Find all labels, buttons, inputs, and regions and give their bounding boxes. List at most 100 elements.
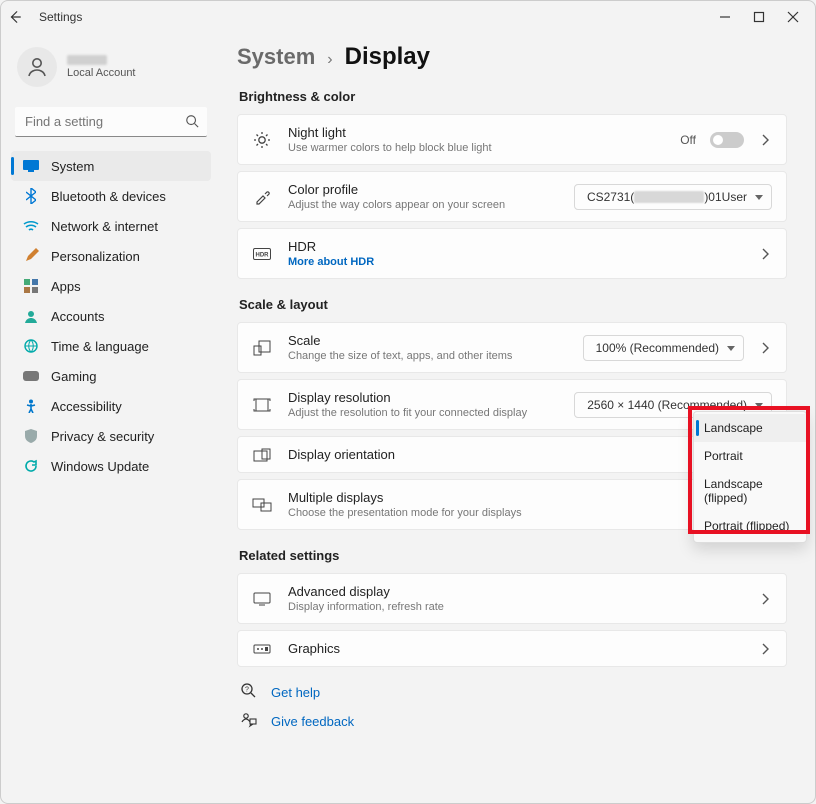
- nav-network[interactable]: Network & internet: [11, 211, 211, 241]
- search-icon: [185, 114, 199, 131]
- hdr-link[interactable]: More about HDR: [288, 256, 742, 268]
- nav-label: Accounts: [51, 309, 104, 324]
- dd-prefix: CS2731(: [587, 190, 634, 204]
- gaming-icon: [23, 368, 39, 384]
- get-help-link[interactable]: Get help: [271, 685, 320, 700]
- graphics-title: Graphics: [288, 641, 742, 656]
- breadcrumb: System › Display: [237, 43, 787, 71]
- expand-chevron[interactable]: [758, 342, 772, 354]
- nav-label: Gaming: [51, 369, 97, 384]
- nav-label: Network & internet: [51, 219, 158, 234]
- night-light-state: Off: [680, 133, 696, 147]
- orientation-option-portrait[interactable]: Portrait: [694, 442, 806, 470]
- night-light-toggle[interactable]: [710, 132, 744, 148]
- expand-chevron[interactable]: [758, 134, 772, 146]
- person-icon: [25, 55, 49, 79]
- orientation-option-portrait-flipped[interactable]: Portrait (flipped): [694, 512, 806, 540]
- dd-redacted: [634, 191, 704, 203]
- titlebar: Settings: [1, 1, 815, 33]
- resolution-value: 2560 × 1440 (Recommended): [587, 398, 747, 412]
- scale-dropdown[interactable]: 100% (Recommended): [583, 335, 744, 361]
- scale-value: 100% (Recommended): [596, 341, 719, 355]
- wifi-icon: [23, 218, 39, 234]
- nav-accessibility[interactable]: Accessibility: [11, 391, 211, 421]
- night-light-row[interactable]: Night light Use warmer colors to help bl…: [237, 114, 787, 165]
- hdr-icon: HDR: [252, 248, 272, 260]
- account-block[interactable]: Local Account: [11, 43, 211, 97]
- advanced-display-row[interactable]: Advanced display Display information, re…: [237, 573, 787, 624]
- color-profile-row[interactable]: Color profile Adjust the way colors appe…: [237, 171, 787, 222]
- breadcrumb-root[interactable]: System: [237, 44, 315, 70]
- settings-window: Settings Local Account: [0, 0, 816, 804]
- nav-time[interactable]: Time & language: [11, 331, 211, 361]
- hdr-row[interactable]: HDR HDR More about HDR: [237, 228, 787, 279]
- shield-icon: [23, 428, 39, 444]
- minimize-button[interactable]: [717, 9, 733, 25]
- minimize-icon: [719, 11, 731, 23]
- dd-suffix: )01User: [704, 190, 747, 204]
- nav-privacy[interactable]: Privacy & security: [11, 421, 211, 451]
- nav-label: Apps: [51, 279, 81, 294]
- nav-label: Privacy & security: [51, 429, 154, 444]
- close-button[interactable]: [785, 9, 801, 25]
- apps-icon: [23, 278, 39, 294]
- account-name-redacted: [67, 55, 107, 65]
- scale-icon: [252, 340, 272, 356]
- arrow-left-icon: [8, 10, 22, 24]
- system-icon: [23, 158, 39, 174]
- scale-row[interactable]: Scale Change the size of text, apps, and…: [237, 322, 787, 373]
- nav-label: Accessibility: [51, 399, 122, 414]
- color-profile-dropdown[interactable]: CS2731( )01User: [574, 184, 772, 210]
- resolution-sub: Adjust the resolution to fit your connec…: [288, 407, 558, 419]
- expand-chevron[interactable]: [758, 593, 772, 605]
- graphics-row[interactable]: Graphics: [237, 630, 787, 667]
- graphics-icon: [252, 642, 272, 656]
- hdr-title: HDR: [288, 239, 742, 254]
- feedback-row[interactable]: Give feedback: [241, 712, 787, 731]
- svg-text:?: ?: [245, 687, 249, 694]
- back-button[interactable]: [7, 9, 23, 25]
- nav-update[interactable]: Windows Update: [11, 451, 211, 481]
- maximize-button[interactable]: [751, 9, 767, 25]
- brush-icon: [23, 248, 39, 264]
- eyedropper-icon: [252, 189, 272, 205]
- window-title: Settings: [39, 10, 82, 24]
- help-icon: ?: [241, 683, 257, 702]
- orientation-icon: [252, 448, 272, 462]
- accessibility-icon: [23, 398, 39, 414]
- update-icon: [23, 458, 39, 474]
- scale-title: Scale: [288, 333, 567, 348]
- section-brightness-heading: Brightness & color: [239, 89, 787, 104]
- nav-label: Time & language: [51, 339, 149, 354]
- feedback-link[interactable]: Give feedback: [271, 714, 354, 729]
- accounts-icon: [23, 308, 39, 324]
- resolution-title: Display resolution: [288, 390, 558, 405]
- nav-system[interactable]: System: [11, 151, 211, 181]
- get-help-row[interactable]: ? Get help: [241, 683, 787, 702]
- sun-icon: [252, 131, 272, 149]
- nav-list: System Bluetooth & devices Network & int…: [11, 151, 211, 481]
- nav-gaming[interactable]: Gaming: [11, 361, 211, 391]
- expand-chevron[interactable]: [758, 248, 772, 260]
- nav-label: Bluetooth & devices: [51, 189, 166, 204]
- color-profile-title: Color profile: [288, 182, 558, 197]
- globe-icon: [23, 338, 39, 354]
- close-icon: [787, 11, 799, 23]
- nav-bluetooth[interactable]: Bluetooth & devices: [11, 181, 211, 211]
- search-input[interactable]: [15, 107, 207, 137]
- breadcrumb-sep: ›: [327, 51, 332, 69]
- color-profile-sub: Adjust the way colors appear on your scr…: [288, 199, 558, 211]
- expand-chevron[interactable]: [758, 643, 772, 655]
- advanced-sub: Display information, refresh rate: [288, 601, 742, 613]
- multiple-displays-icon: [252, 498, 272, 512]
- nav-personalization[interactable]: Personalization: [11, 241, 211, 271]
- orientation-dropdown-menu: Landscape Portrait Landscape (flipped) P…: [693, 411, 807, 543]
- orientation-option-landscape[interactable]: Landscape: [694, 414, 806, 442]
- bluetooth-icon: [23, 188, 39, 204]
- nav-apps[interactable]: Apps: [11, 271, 211, 301]
- nav-accounts[interactable]: Accounts: [11, 301, 211, 331]
- monitor-icon: [252, 592, 272, 606]
- feedback-icon: [241, 712, 257, 731]
- resolution-icon: [252, 398, 272, 412]
- orientation-option-landscape-flipped[interactable]: Landscape (flipped): [694, 470, 806, 512]
